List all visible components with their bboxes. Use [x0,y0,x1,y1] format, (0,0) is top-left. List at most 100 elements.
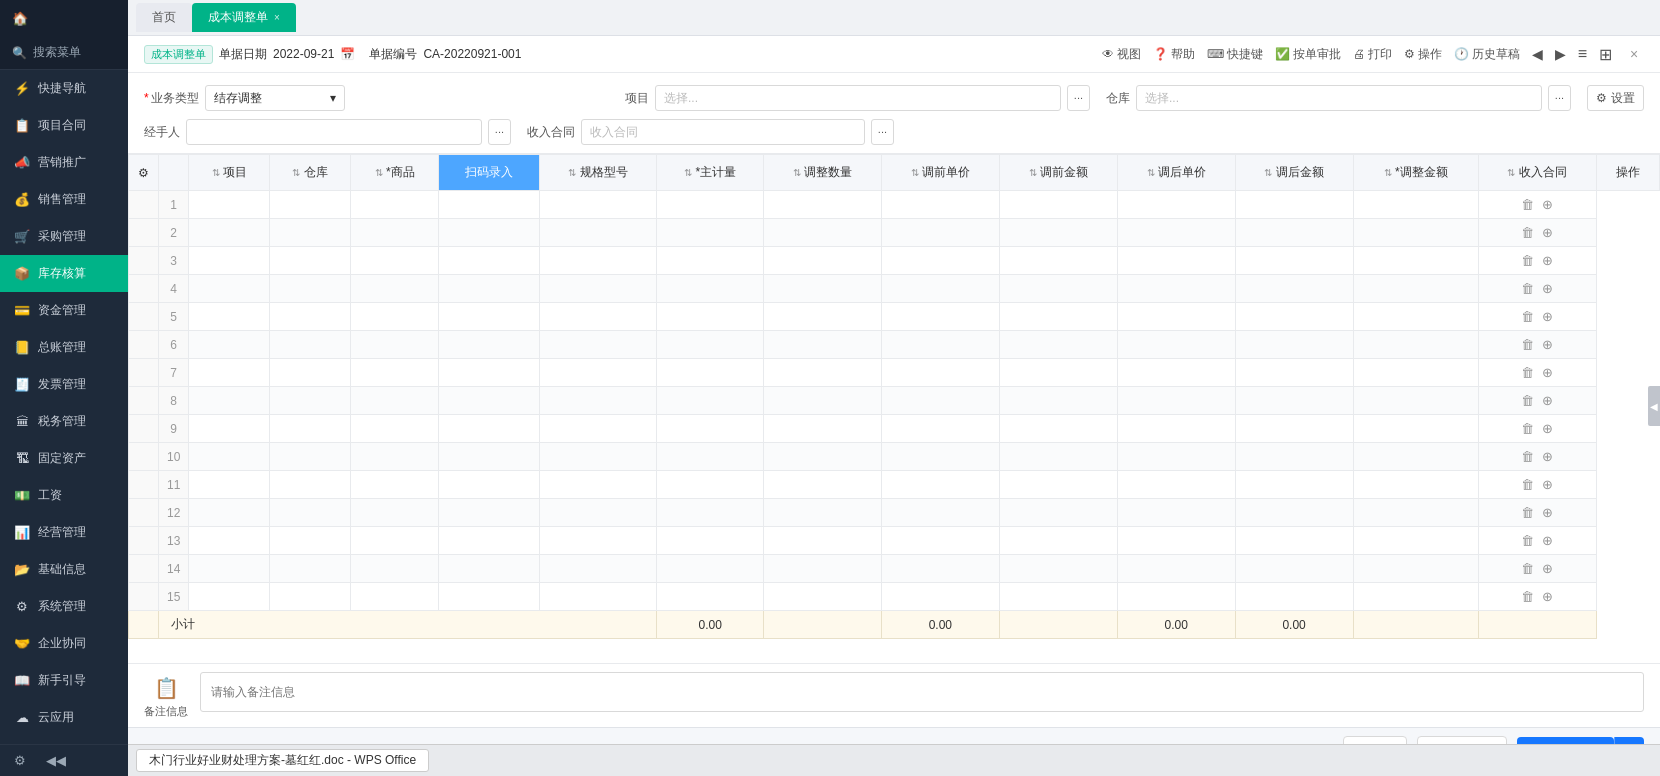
data-cell[interactable] [270,331,351,359]
data-cell[interactable] [270,303,351,331]
data-cell[interactable] [189,471,270,499]
shortcut-icon[interactable]: ⌨ 快捷键 [1207,46,1263,63]
data-cell[interactable] [270,555,351,583]
data-cell[interactable] [764,331,882,359]
data-cell[interactable] [189,499,270,527]
copy-icon[interactable]: ⊕ [1542,421,1553,436]
col-pre-amount[interactable]: ⇅ 调前金额 [999,155,1117,191]
copy-icon[interactable]: ⊕ [1542,253,1553,268]
sidebar-item-fixed-assets[interactable]: 🏗 固定资产 [0,440,128,477]
copy-icon[interactable]: ⊕ [1542,337,1553,352]
data-cell[interactable] [657,583,764,611]
data-cell[interactable] [881,555,999,583]
data-cell[interactable] [1353,443,1478,471]
data-cell[interactable] [270,499,351,527]
copy-icon[interactable]: ⊕ [1542,589,1553,604]
data-cell[interactable] [764,303,882,331]
handler-ellipsis-button[interactable]: ... [488,119,511,145]
delete-icon[interactable]: 🗑 [1521,421,1534,436]
data-cell[interactable] [657,359,764,387]
data-cell[interactable] [439,415,539,443]
data-cell[interactable] [189,387,270,415]
data-cell[interactable] [351,303,439,331]
data-cell[interactable] [999,275,1117,303]
audit-icon[interactable]: ✅ 按单审批 [1275,46,1341,63]
copy-icon[interactable]: ⊕ [1542,197,1553,212]
delete-icon[interactable]: 🗑 [1521,309,1534,324]
delete-icon[interactable]: 🗑 [1521,337,1534,352]
business-type-select[interactable]: 结存调整 ▾ [205,85,345,111]
copy-icon[interactable]: ⊕ [1542,533,1553,548]
data-cell[interactable] [189,275,270,303]
data-cell[interactable] [764,275,882,303]
data-cell[interactable] [764,247,882,275]
sidebar-item-tax[interactable]: 🏛 税务管理 [0,403,128,440]
prev-icon[interactable]: ◀ [1532,46,1543,62]
data-cell[interactable] [1117,443,1235,471]
settings-button[interactable]: ⚙ 设置 [1587,85,1644,111]
sidebar-item-cloud-app[interactable]: ☁ 云应用 [0,699,128,736]
data-cell[interactable] [1235,415,1353,443]
data-cell[interactable] [539,303,657,331]
data-cell[interactable] [439,275,539,303]
data-cell[interactable] [539,443,657,471]
data-cell[interactable] [1117,527,1235,555]
sidebar-item-sales-promotion[interactable]: 📣 营销推广 [0,144,128,181]
data-cell[interactable] [351,247,439,275]
data-cell[interactable] [881,275,999,303]
col-spec[interactable]: ⇅ 规格型号 [539,155,657,191]
data-cell[interactable] [539,359,657,387]
data-cell[interactable] [999,191,1117,219]
data-cell[interactable] [1353,471,1478,499]
data-cell[interactable] [881,331,999,359]
data-cell[interactable] [657,247,764,275]
data-cell[interactable] [1117,219,1235,247]
data-cell[interactable] [270,247,351,275]
data-cell[interactable] [1353,359,1478,387]
taskbar-item[interactable]: 木门行业好业财处理方案-墓红红.doc - WPS Office [136,749,429,772]
remark-input[interactable] [200,672,1644,712]
data-cell[interactable] [1353,555,1478,583]
warehouse-input[interactable]: 选择... [1136,85,1542,111]
data-cell[interactable] [1117,247,1235,275]
sidebar-search[interactable]: 🔍 搜索菜单 [0,36,128,70]
data-cell[interactable] [1117,191,1235,219]
data-cell[interactable] [999,555,1117,583]
data-cell[interactable] [999,583,1117,611]
delete-icon[interactable]: 🗑 [1521,533,1534,548]
view-icon[interactable]: 👁 视图 [1102,46,1141,63]
data-cell[interactable] [764,387,882,415]
delete-icon[interactable]: 🗑 [1521,365,1534,380]
data-cell[interactable] [999,303,1117,331]
income-contract-ellipsis-button[interactable]: ... [871,119,894,145]
sidebar-collapse-icon[interactable]: ◀◀ [46,753,66,768]
data-cell[interactable] [539,275,657,303]
data-cell[interactable] [270,415,351,443]
data-cell[interactable] [1117,275,1235,303]
sidebar-item-salary[interactable]: 💵 工资 [0,477,128,514]
data-cell[interactable] [539,219,657,247]
data-cell[interactable] [1235,247,1353,275]
sidebar-item-quick-nav[interactable]: ⚡ 快捷导航 [0,70,128,107]
data-cell[interactable] [539,415,657,443]
data-cell[interactable] [1235,443,1353,471]
data-cell[interactable] [1235,583,1353,611]
data-cell[interactable] [764,527,882,555]
data-cell[interactable] [439,359,539,387]
col-adjust-amount[interactable]: ⇅ *调整金额 [1353,155,1478,191]
sidebar-item-inventory[interactable]: 📦 库存核算 [0,255,128,292]
col-unit[interactable]: ⇅ *主计量 [657,155,764,191]
data-cell[interactable] [999,219,1117,247]
data-cell[interactable] [1353,499,1478,527]
data-cell[interactable] [1117,499,1235,527]
sidebar-item-enterprise-coop[interactable]: 🤝 企业协同 [0,625,128,662]
data-cell[interactable] [999,247,1117,275]
data-cell[interactable] [1117,359,1235,387]
sidebar-item-purchase-management[interactable]: 🛒 采购管理 [0,218,128,255]
data-cell[interactable] [1353,527,1478,555]
data-cell[interactable] [1235,331,1353,359]
copy-icon[interactable]: ⊕ [1542,225,1553,240]
data-cell[interactable] [351,387,439,415]
data-cell[interactable] [1117,303,1235,331]
data-cell[interactable] [539,387,657,415]
